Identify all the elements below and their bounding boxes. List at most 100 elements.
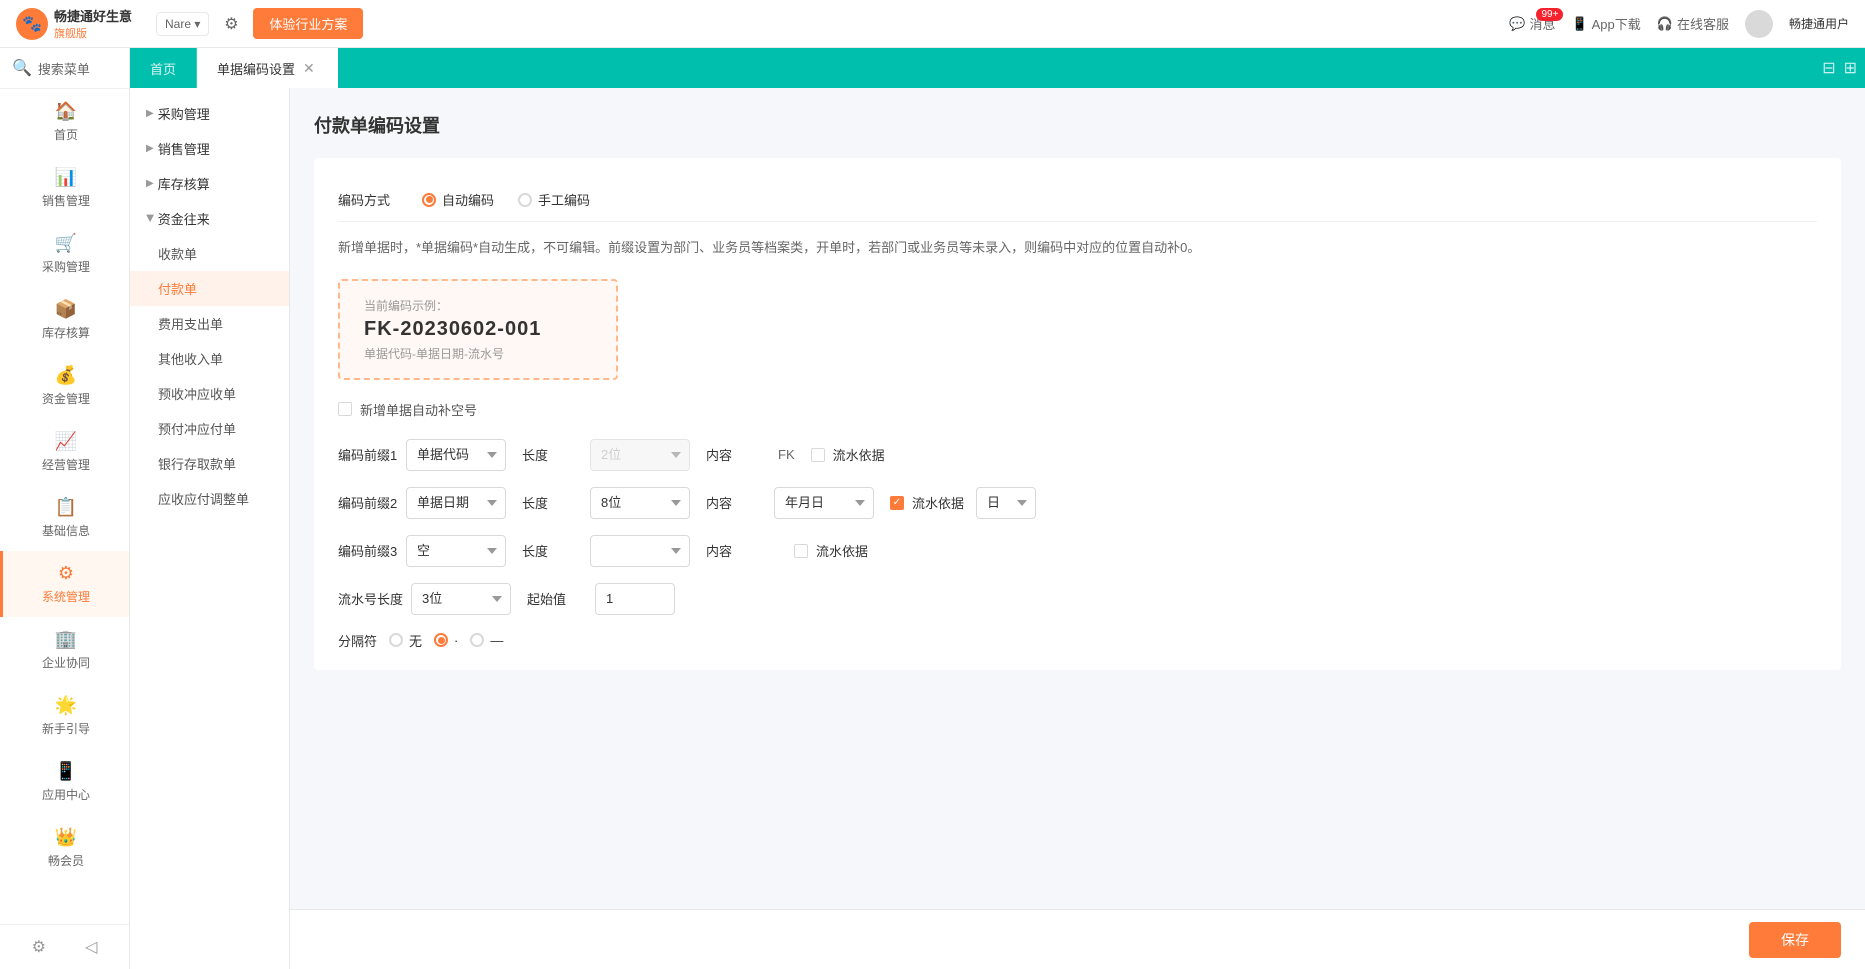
submenu-group-sales-header[interactable]: ▶ 销售管理 — [130, 131, 289, 166]
company-dropdown[interactable]: Nare ▾ — [156, 12, 209, 36]
length3-field: 长度 — [522, 535, 690, 567]
sidebar-item-operation[interactable]: 📈 经营管理 — [0, 419, 129, 485]
auto-code-option[interactable]: 自动编码 — [422, 190, 494, 209]
prefix2-select[interactable]: 单据日期 — [406, 487, 506, 519]
serial-length-field: 流水号长度 3位 — [338, 583, 511, 615]
operation-icon: 📈 — [55, 431, 77, 452]
sep-none-option[interactable]: 无 — [389, 631, 422, 650]
sidebar-item-member[interactable]: 👑 畅会员 — [0, 815, 129, 881]
inventory-icon: 📦 — [55, 299, 77, 320]
prefix2-row: 编码前缀2 单据日期 长度 8位 — [338, 487, 1817, 519]
basic-icon: 📋 — [55, 497, 77, 518]
sidebar-item-label: 销售管理 — [42, 192, 90, 209]
main-layout: 🔍 搜索菜单 🏠 首页 📊 销售管理 🛒 采购管理 📦 库存核算 💰 — [0, 48, 1865, 969]
sep-dash-option[interactable]: — — [470, 633, 503, 648]
encoding-method-row: 编码方式 自动编码 手工编码 — [338, 178, 1817, 222]
sep-dash-radio[interactable] — [470, 633, 484, 647]
start-value-input[interactable] — [595, 583, 675, 615]
sep-dot-radio[interactable] — [434, 633, 448, 647]
tab-encoding[interactable]: 单据编码设置 ✕ — [197, 48, 338, 88]
industry-btn[interactable]: 体验行业方案 — [253, 8, 363, 39]
collapse-arrow-icon: ▶ — [146, 143, 154, 154]
sidebar-item-apps[interactable]: 📱 应用中心 — [0, 749, 129, 815]
prefix3-select[interactable]: 空 — [406, 535, 506, 567]
tab-close-btn[interactable]: ✕ — [301, 60, 317, 77]
prefix3-row: 编码前缀3 空 长度 — [338, 535, 1817, 567]
serial2-check-row: ✓ 流水依据 日 — [890, 487, 1036, 519]
collapse-arrow-icon: ▶ — [146, 178, 154, 189]
app-download-btn[interactable]: 📱 App下载 — [1571, 14, 1640, 33]
auto-fill-checkbox[interactable] — [338, 402, 352, 416]
content2-select[interactable]: 年月日 — [774, 487, 874, 519]
header-settings-btn[interactable]: ⚙ — [217, 10, 245, 38]
sidebar-item-system[interactable]: ⚙ 系统管理 — [0, 551, 129, 617]
length1-select[interactable]: 2位 — [590, 439, 690, 471]
tabs-maximize-btn[interactable]: ⊞ — [1844, 58, 1857, 78]
download-icon: 📱 — [1571, 16, 1587, 32]
auto-code-radio[interactable] — [422, 193, 436, 207]
main-area: 首页 单据编码设置 ✕ ⊟ ⊞ ▶ 采购管理 — [130, 48, 1865, 969]
sidebar-item-purchase[interactable]: 🛒 采购管理 — [0, 221, 129, 287]
auto-fill-row: 新增单据自动补空号 — [338, 400, 1817, 419]
content2-label: 内容 — [706, 493, 766, 512]
serial3-checkbox[interactable] — [794, 544, 808, 558]
sidebar-item-sales[interactable]: 📊 销售管理 — [0, 155, 129, 221]
sidebar-item-guide[interactable]: 🌟 新手引导 — [0, 683, 129, 749]
length2-field: 长度 8位 — [522, 487, 690, 519]
notice-text: 新增单据时，*单据编码*自动生成，不可编辑。前缀设置为部门、业务员等档案类，开单… — [338, 238, 1817, 259]
manual-code-radio[interactable] — [518, 193, 532, 207]
sep-dash-label: — — [490, 633, 503, 648]
submenu-item-prepay-pay[interactable]: 预付冲应付单 — [130, 411, 289, 446]
purchase-icon: 🛒 — [55, 233, 77, 254]
home-icon: 🏠 — [55, 101, 77, 122]
submenu-item-prepay-recv[interactable]: 预收冲应收单 — [130, 376, 289, 411]
user-avatar — [1745, 10, 1773, 38]
sep-none-radio[interactable] — [389, 633, 403, 647]
length2-select[interactable]: 8位 — [590, 487, 690, 519]
online-service-btn[interactable]: 🎧 在线客服 — [1657, 14, 1729, 33]
submenu-group-purchase-header[interactable]: ▶ 采购管理 — [130, 96, 289, 131]
sidebar-item-label: 采购管理 — [42, 258, 90, 275]
submenu-group-finance: ▶ 资金往来 收款单 付款单 费用支出单 其他收入单 — [130, 201, 289, 516]
sidebar-item-finance[interactable]: 💰 资金管理 — [0, 353, 129, 419]
serial2-checkbox[interactable]: ✓ — [890, 496, 904, 510]
serial2-period-select[interactable]: 日 — [976, 487, 1036, 519]
sidebar-collapse-btn[interactable]: ◁ — [85, 937, 97, 957]
submenu-item-adjustment[interactable]: 应收应付调整单 — [130, 481, 289, 516]
submenu-group-finance-header[interactable]: ▶ 资金往来 — [130, 201, 289, 236]
sep-dot-option[interactable]: · — [434, 633, 458, 648]
save-button[interactable]: 保存 — [1749, 922, 1841, 958]
length3-select[interactable] — [590, 535, 690, 567]
sidebar-item-label: 应用中心 — [42, 786, 90, 803]
sidebar-item-inventory[interactable]: 📦 库存核算 — [0, 287, 129, 353]
message-btn[interactable]: 💬 消息 99+ — [1509, 14, 1555, 33]
serial3-label: 流水依据 — [816, 541, 868, 560]
header-nav-btns: Nare ▾ ⚙ 体验行业方案 — [156, 8, 363, 39]
submenu-item-other-income[interactable]: 其他收入单 — [130, 341, 289, 376]
serial-length-select[interactable]: 3位 — [411, 583, 511, 615]
submenu-item-expense[interactable]: 费用支出单 — [130, 306, 289, 341]
submenu-item-payment[interactable]: 付款单 — [130, 271, 289, 306]
serial1-check-row: 流水依据 — [811, 445, 885, 464]
encoding-method-label: 编码方式 — [338, 190, 390, 209]
user-name: 畅捷通用户 — [1789, 15, 1849, 32]
tabs-minimize-btn[interactable]: ⊟ — [1822, 58, 1835, 78]
sidebar-item-home[interactable]: 🏠 首页 — [0, 89, 129, 155]
submenu-group-inventory-header[interactable]: ▶ 库存核算 — [130, 166, 289, 201]
prefix1-label: 编码前缀1 — [338, 445, 398, 464]
sidebar-item-basic[interactable]: 📋 基础信息 — [0, 485, 129, 551]
serial1-checkbox[interactable] — [811, 448, 825, 462]
prefix1-select[interactable]: 单据代码 — [406, 439, 506, 471]
tab-home[interactable]: 首页 — [130, 48, 197, 88]
auto-code-label: 自动编码 — [442, 190, 494, 209]
content1-field: 内容 FK — [706, 445, 795, 464]
submenu-item-bank[interactable]: 银行存取款单 — [130, 446, 289, 481]
sidebar-settings-btn[interactable]: ⚙ — [32, 937, 46, 957]
submenu-item-receipt[interactable]: 收款单 — [130, 236, 289, 271]
member-icon: 👑 — [55, 827, 77, 848]
manual-code-option[interactable]: 手工编码 — [518, 190, 590, 209]
sidebar-item-enterprise[interactable]: 🏢 企业协同 — [0, 617, 129, 683]
submenu-group-label: 库存核算 — [158, 174, 210, 193]
page-title: 付款单编码设置 — [314, 112, 1841, 138]
sidebar-search[interactable]: 🔍 搜索菜单 — [0, 48, 129, 89]
